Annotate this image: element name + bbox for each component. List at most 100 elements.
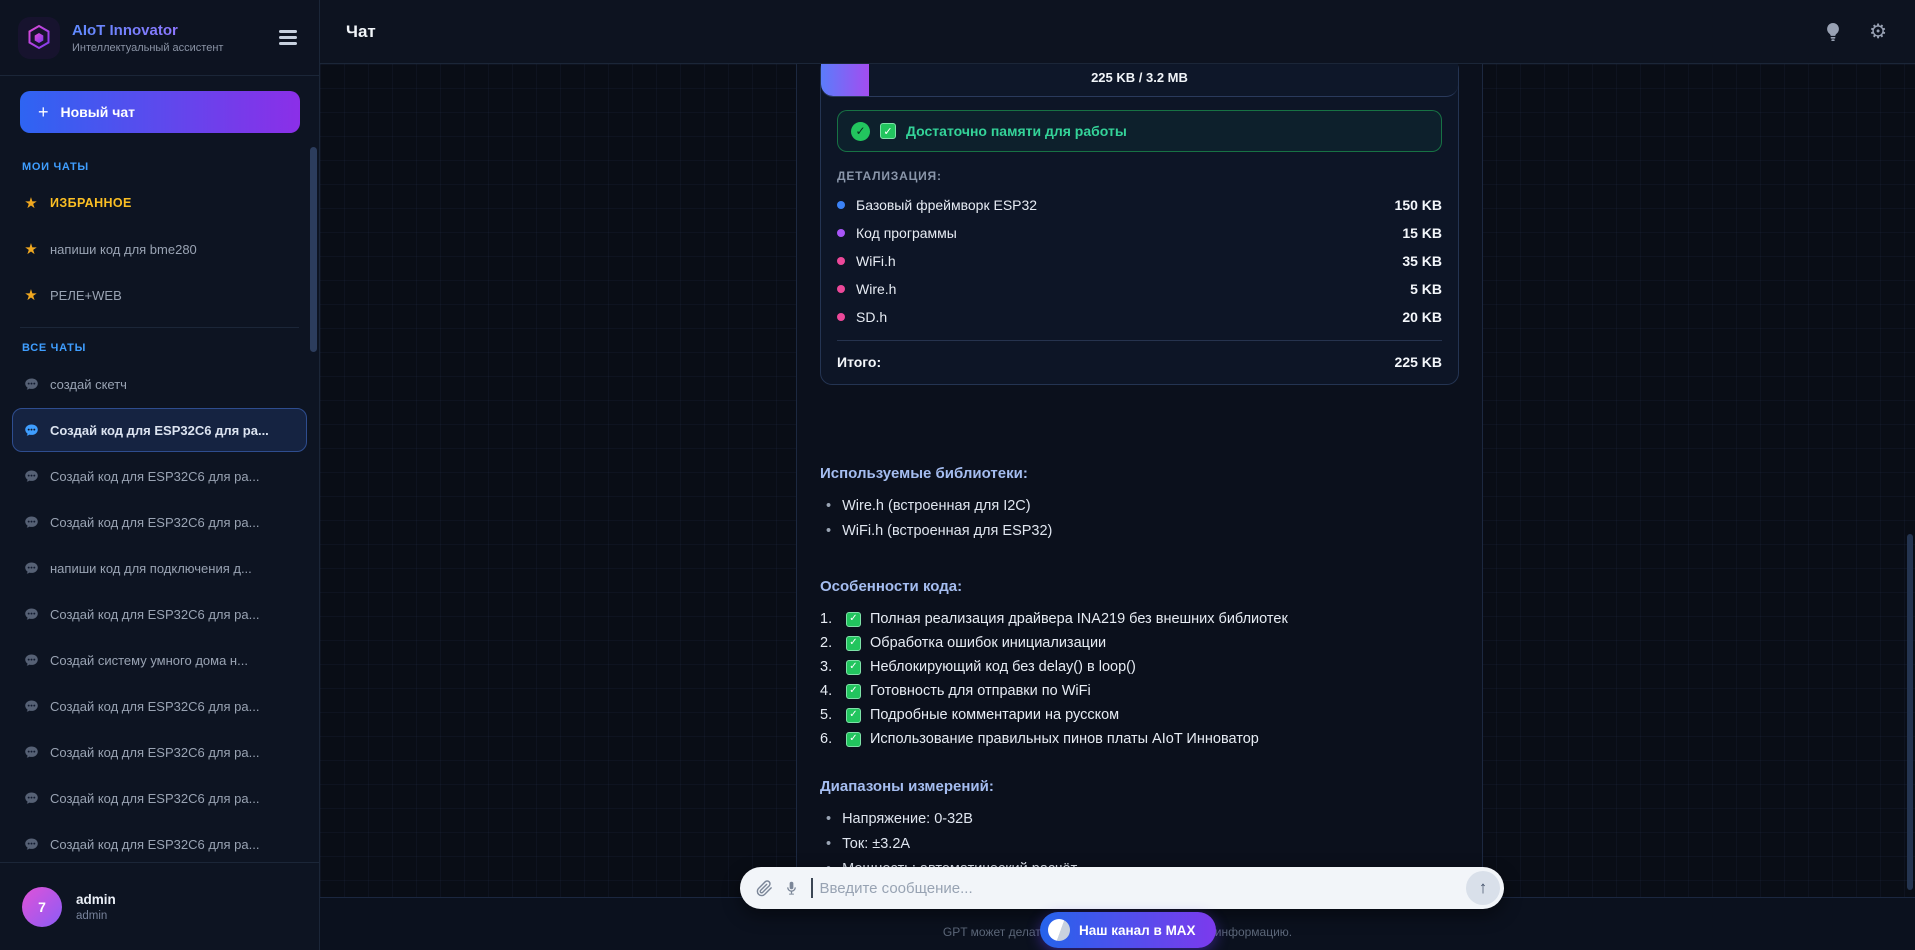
new-chat-button[interactable]: + Новый чат xyxy=(20,91,300,133)
sidebar: AIoT Innovator Интеллектуальный ассистен… xyxy=(0,0,320,950)
total-row: Итого: 225 KB xyxy=(837,340,1442,370)
feature-item: ✓ Полная реализация драйвера INA219 без … xyxy=(820,607,1459,631)
main-area: Чат ⚙ 225 KB / xyxy=(320,0,1915,950)
message-composer: ↑ xyxy=(740,867,1504,909)
sidebar-item-chat[interactable]: Создай код для ESP32C6 для ра... xyxy=(12,454,307,498)
checkbox-icon: ✓ xyxy=(846,708,861,723)
sidebar-item-chat[interactable]: Создай код для ESP32C6 для ра... xyxy=(12,684,307,728)
chat-bubble-icon xyxy=(23,561,39,576)
sidebar-header: AIoT Innovator Интеллектуальный ассистен… xyxy=(0,0,319,76)
checkbox-icon: ✓ xyxy=(846,612,861,627)
star-icon: ★ xyxy=(23,240,39,258)
libraries-list: • Wire.h (встроенная для I2C) • WiFi.h (… xyxy=(820,494,1459,544)
table-row: Wire.h 5 KB xyxy=(837,275,1442,303)
sidebar-item-chat[interactable]: напиши код для подключения д... xyxy=(12,546,307,590)
new-chat-label: Новый чат xyxy=(61,104,136,120)
features-list: ✓ Полная реализация драйвера INA219 без … xyxy=(820,607,1459,751)
avatar: 7 xyxy=(22,887,62,927)
checkbox-icon: ✓ xyxy=(846,732,861,747)
all-chats-list: создай скетч Создай код для ESP32C6 для … xyxy=(12,362,307,862)
chat-area: 225 KB / 3.2 MB ✓ ✓ Достаточно памяти дл… xyxy=(320,64,1915,897)
feature-item: ✓ Обработка ошибок инициализации xyxy=(820,631,1459,655)
app-subtitle: Интеллектуальный ассистент xyxy=(72,42,263,54)
sidebar-divider xyxy=(20,327,299,328)
sidebar-item-chat[interactable]: Создай код для ESP32C6 для ра... xyxy=(12,500,307,544)
legend-dot-icon xyxy=(837,285,845,293)
header-actions: ⚙ xyxy=(1823,20,1889,44)
user-role: admin xyxy=(76,910,116,922)
chat-bubble-icon xyxy=(23,515,39,530)
chat-header: Чат ⚙ xyxy=(320,0,1915,64)
section-label-all-chats: ВСЕ ЧАТЫ xyxy=(12,330,307,362)
chat-bubble-icon xyxy=(23,607,39,622)
send-button[interactable]: ↑ xyxy=(1466,871,1500,905)
app-window: AIoT Innovator Интеллектуальный ассистен… xyxy=(0,0,1915,950)
feature-item: ✓ Использование правильных пинов платы A… xyxy=(820,727,1459,751)
sidebar-item-favorite[interactable]: ★ ИЗБРАННОЕ xyxy=(12,181,307,225)
checkbox-icon: ✓ xyxy=(846,636,861,651)
legend-dot-icon xyxy=(837,313,845,321)
details-heading: ДЕТАЛИЗАЦИЯ: xyxy=(837,169,1442,183)
sidebar-item-chat[interactable]: Создай код для ESP32C6 для ра... xyxy=(12,408,307,452)
item-number xyxy=(820,679,837,703)
sidebar-item-chat[interactable]: Создай код для ESP32C6 для ра... xyxy=(12,822,307,862)
item-number xyxy=(820,655,837,679)
message-input[interactable] xyxy=(814,880,1467,897)
user-info: admin admin xyxy=(76,892,116,922)
status-banner: ✓ ✓ Достаточно памяти для работы xyxy=(837,110,1442,152)
check-circle-icon: ✓ xyxy=(851,122,870,141)
item-number xyxy=(820,607,837,631)
total-label: Итого: xyxy=(837,354,881,370)
bullet-icon: • xyxy=(826,832,831,857)
section-label-my-chats: МОИ ЧАТЫ xyxy=(12,149,307,181)
sidebar-item-favorite[interactable]: ★ напиши код для bme280 xyxy=(12,227,307,271)
item-number xyxy=(820,631,837,655)
lightbulb-icon[interactable] xyxy=(1823,20,1843,44)
gear-icon[interactable]: ⚙ xyxy=(1867,20,1889,44)
text-caret xyxy=(811,878,813,898)
table-row: WiFi.h 35 KB xyxy=(837,247,1442,275)
paperclip-icon[interactable] xyxy=(754,878,775,899)
feature-item: ✓ Неблокирующий код без delay() в loop() xyxy=(820,655,1459,679)
total-value: 225 KB xyxy=(1395,354,1442,370)
app-logo-icon xyxy=(18,17,60,59)
list-item: • Напряжение: 0-32В xyxy=(826,807,1459,832)
table-row: SD.h 20 KB xyxy=(837,303,1442,331)
item-number xyxy=(820,727,837,751)
progress-fill xyxy=(821,64,869,96)
menu-icon[interactable] xyxy=(275,26,301,49)
sidebar-item-chat[interactable]: Создай код для ESP32C6 для ра... xyxy=(12,776,307,820)
feature-item: ✓ Готовность для отправки по WiFi xyxy=(820,679,1459,703)
sidebar-scrollbar[interactable] xyxy=(310,147,317,352)
message-column: 225 KB / 3.2 MB ✓ ✓ Достаточно памяти дл… xyxy=(796,64,1483,897)
sidebar-item-favorite[interactable]: ★ РЕЛЕ+WEB xyxy=(12,273,307,317)
ranges-heading: Диапазоны измерений: xyxy=(820,778,1459,795)
memory-progress-bar: 225 KB / 3.2 MB xyxy=(821,64,1458,97)
chat-bubble-icon xyxy=(23,837,39,852)
user-panel[interactable]: 7 admin admin xyxy=(0,862,319,950)
chat-bubble-icon xyxy=(23,377,39,392)
max-channel-button[interactable]: Наш канал в MAX xyxy=(1040,912,1216,948)
chat-list: МОИ ЧАТЫ ★ ИЗБРАННОЕ ★ напиши код для bm… xyxy=(0,143,319,862)
sidebar-item-chat[interactable]: Создай код для ESP32C6 для ра... xyxy=(12,730,307,774)
max-logo-icon xyxy=(1048,919,1070,941)
legend-dot-icon xyxy=(837,201,845,209)
microphone-icon[interactable] xyxy=(782,877,801,899)
star-icon: ★ xyxy=(23,286,39,304)
sidebar-item-chat[interactable]: создай скетч xyxy=(12,362,307,406)
feature-item: ✓ Подробные комментарии на русском xyxy=(820,703,1459,727)
user-name: admin xyxy=(76,892,116,907)
sidebar-item-chat[interactable]: Создай систему умного дома н... xyxy=(12,638,307,682)
progress-label: 225 KB / 3.2 MB xyxy=(1091,70,1188,85)
bullet-icon: • xyxy=(826,807,831,832)
favorites-list: ★ ИЗБРАННОЕ ★ напиши код для bme280 ★ РЕ… xyxy=(12,181,307,317)
bullet-icon: • xyxy=(826,494,831,519)
sidebar-item-chat[interactable]: Создай код для ESP32C6 для ра... xyxy=(12,592,307,636)
chat-bubble-icon xyxy=(23,423,39,438)
new-chat-section: + Новый чат xyxy=(0,76,319,143)
list-item: • Wire.h (встроенная для I2C) xyxy=(826,494,1459,519)
page-scrollbar[interactable] xyxy=(1907,534,1913,890)
chat-bubble-icon xyxy=(23,653,39,668)
table-row: Базовый фреймворк ESP32 150 KB xyxy=(837,191,1442,219)
checkbox-icon: ✓ xyxy=(880,123,896,139)
